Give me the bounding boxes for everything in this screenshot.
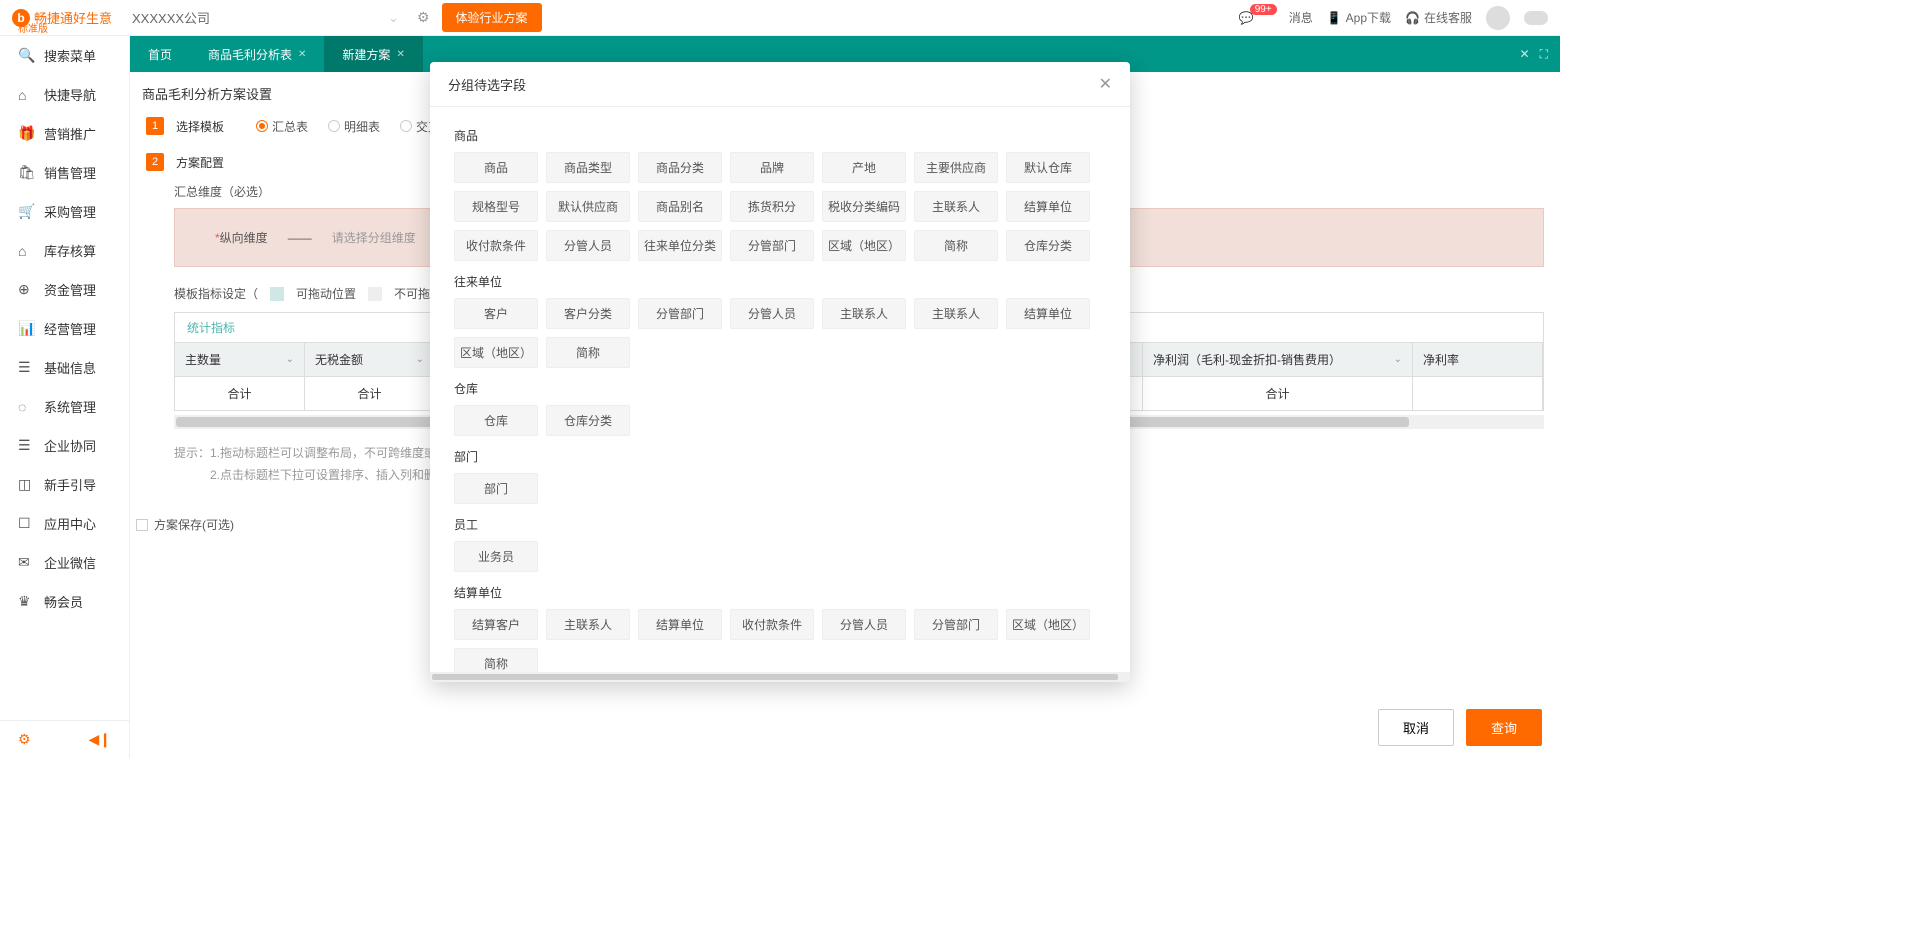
field-tag[interactable]: 仓库分类 <box>546 405 630 436</box>
field-group-4: 员工业务员 <box>454 516 1106 572</box>
field-tag[interactable]: 主联系人 <box>822 298 906 329</box>
field-tag[interactable]: 仓库分类 <box>1006 230 1090 261</box>
field-tag[interactable]: 区域（地区） <box>822 230 906 261</box>
field-group-title: 商品 <box>454 127 1106 144</box>
field-tag[interactable]: 区域（地区） <box>1006 609 1090 640</box>
field-tags: 结算客户主联系人结算单位收付款条件分管人员分管部门区域（地区） 简称 <box>454 609 1106 672</box>
field-selector-modal: 分组待选字段 ✕ 商品商品商品类型商品分类品牌产地主要供应商默认仓库规格型号默认… <box>430 62 1130 682</box>
field-tag[interactable]: 收付款条件 <box>730 609 814 640</box>
field-tags: 仓库仓库分类 <box>454 405 1106 436</box>
field-tag[interactable]: 客户 <box>454 298 538 329</box>
close-icon[interactable]: ✕ <box>1099 74 1112 94</box>
field-tag[interactable]: 区域（地区） <box>454 337 538 368</box>
field-tag[interactable]: 简称 <box>454 648 538 672</box>
field-tag[interactable]: 商品分类 <box>638 152 722 183</box>
field-group-2: 仓库仓库仓库分类 <box>454 380 1106 436</box>
modal-overlay: 分组待选字段 ✕ 商品商品商品类型商品分类品牌产地主要供应商默认仓库规格型号默认… <box>0 0 1560 758</box>
field-tag[interactable]: 结算单位 <box>1006 298 1090 329</box>
field-tag[interactable]: 产地 <box>822 152 906 183</box>
field-tag[interactable]: 分管部门 <box>914 609 998 640</box>
field-tags: 业务员 <box>454 541 1106 572</box>
field-tag[interactable]: 分管部门 <box>638 298 722 329</box>
field-tag[interactable]: 仓库 <box>454 405 538 436</box>
field-tag[interactable]: 部门 <box>454 473 538 504</box>
field-tag[interactable]: 商品类型 <box>546 152 630 183</box>
field-group-3: 部门部门 <box>454 448 1106 504</box>
field-tag[interactable]: 结算单位 <box>1006 191 1090 222</box>
field-tag[interactable]: 主联系人 <box>914 298 998 329</box>
field-tag[interactable]: 结算客户 <box>454 609 538 640</box>
field-tag[interactable]: 默认仓库 <box>1006 152 1090 183</box>
field-tags: 部门 <box>454 473 1106 504</box>
field-tag[interactable]: 分管人员 <box>730 298 814 329</box>
field-group-title: 员工 <box>454 516 1106 533</box>
field-tag[interactable]: 商品 <box>454 152 538 183</box>
field-tag[interactable]: 结算单位 <box>638 609 722 640</box>
field-tag[interactable]: 收付款条件 <box>454 230 538 261</box>
field-group-0: 商品商品商品类型商品分类品牌产地主要供应商默认仓库规格型号默认供应商商品别名拣货… <box>454 127 1106 261</box>
field-tag[interactable]: 主联系人 <box>546 609 630 640</box>
field-group-title: 结算单位 <box>454 584 1106 601</box>
field-tag[interactable]: 往来单位分类 <box>638 230 722 261</box>
modal-body: 商品商品商品类型商品分类品牌产地主要供应商默认仓库规格型号默认供应商商品别名拣货… <box>430 107 1130 672</box>
field-tag[interactable]: 规格型号 <box>454 191 538 222</box>
modal-header: 分组待选字段 ✕ <box>430 62 1130 107</box>
field-tag[interactable]: 分管人员 <box>546 230 630 261</box>
field-tag[interactable]: 品牌 <box>730 152 814 183</box>
modal-title: 分组待选字段 <box>448 75 526 94</box>
field-group-5: 结算单位结算客户主联系人结算单位收付款条件分管人员分管部门区域（地区）简称 <box>454 584 1106 672</box>
field-tag[interactable]: 主联系人 <box>914 191 998 222</box>
field-tag[interactable]: 税收分类编码 <box>822 191 906 222</box>
field-tag[interactable]: 商品别名 <box>638 191 722 222</box>
field-group-title: 仓库 <box>454 380 1106 397</box>
field-tag[interactable]: 客户分类 <box>546 298 630 329</box>
field-group-title: 往来单位 <box>454 273 1106 290</box>
field-tag[interactable]: 默认供应商 <box>546 191 630 222</box>
field-tag[interactable]: 分管人员 <box>822 609 906 640</box>
field-tag[interactable]: 分管部门 <box>730 230 814 261</box>
field-tag[interactable]: 简称 <box>914 230 998 261</box>
field-tag[interactable]: 业务员 <box>454 541 538 572</box>
field-tags: 商品商品类型商品分类品牌产地主要供应商默认仓库规格型号默认供应商商品别名拣货积分… <box>454 152 1106 261</box>
modal-horizontal-scrollbar[interactable] <box>430 672 1130 682</box>
field-tag[interactable]: 主要供应商 <box>914 152 998 183</box>
field-group-1: 往来单位客户客户分类分管部门分管人员主联系人主联系人结算单位区域（地区）简称 <box>454 273 1106 368</box>
field-tag[interactable]: 简称 <box>546 337 630 368</box>
field-group-title: 部门 <box>454 448 1106 465</box>
field-tag[interactable]: 拣货积分 <box>730 191 814 222</box>
field-tags: 客户客户分类分管部门分管人员主联系人主联系人结算单位区域（地区）简称 <box>454 298 1106 368</box>
